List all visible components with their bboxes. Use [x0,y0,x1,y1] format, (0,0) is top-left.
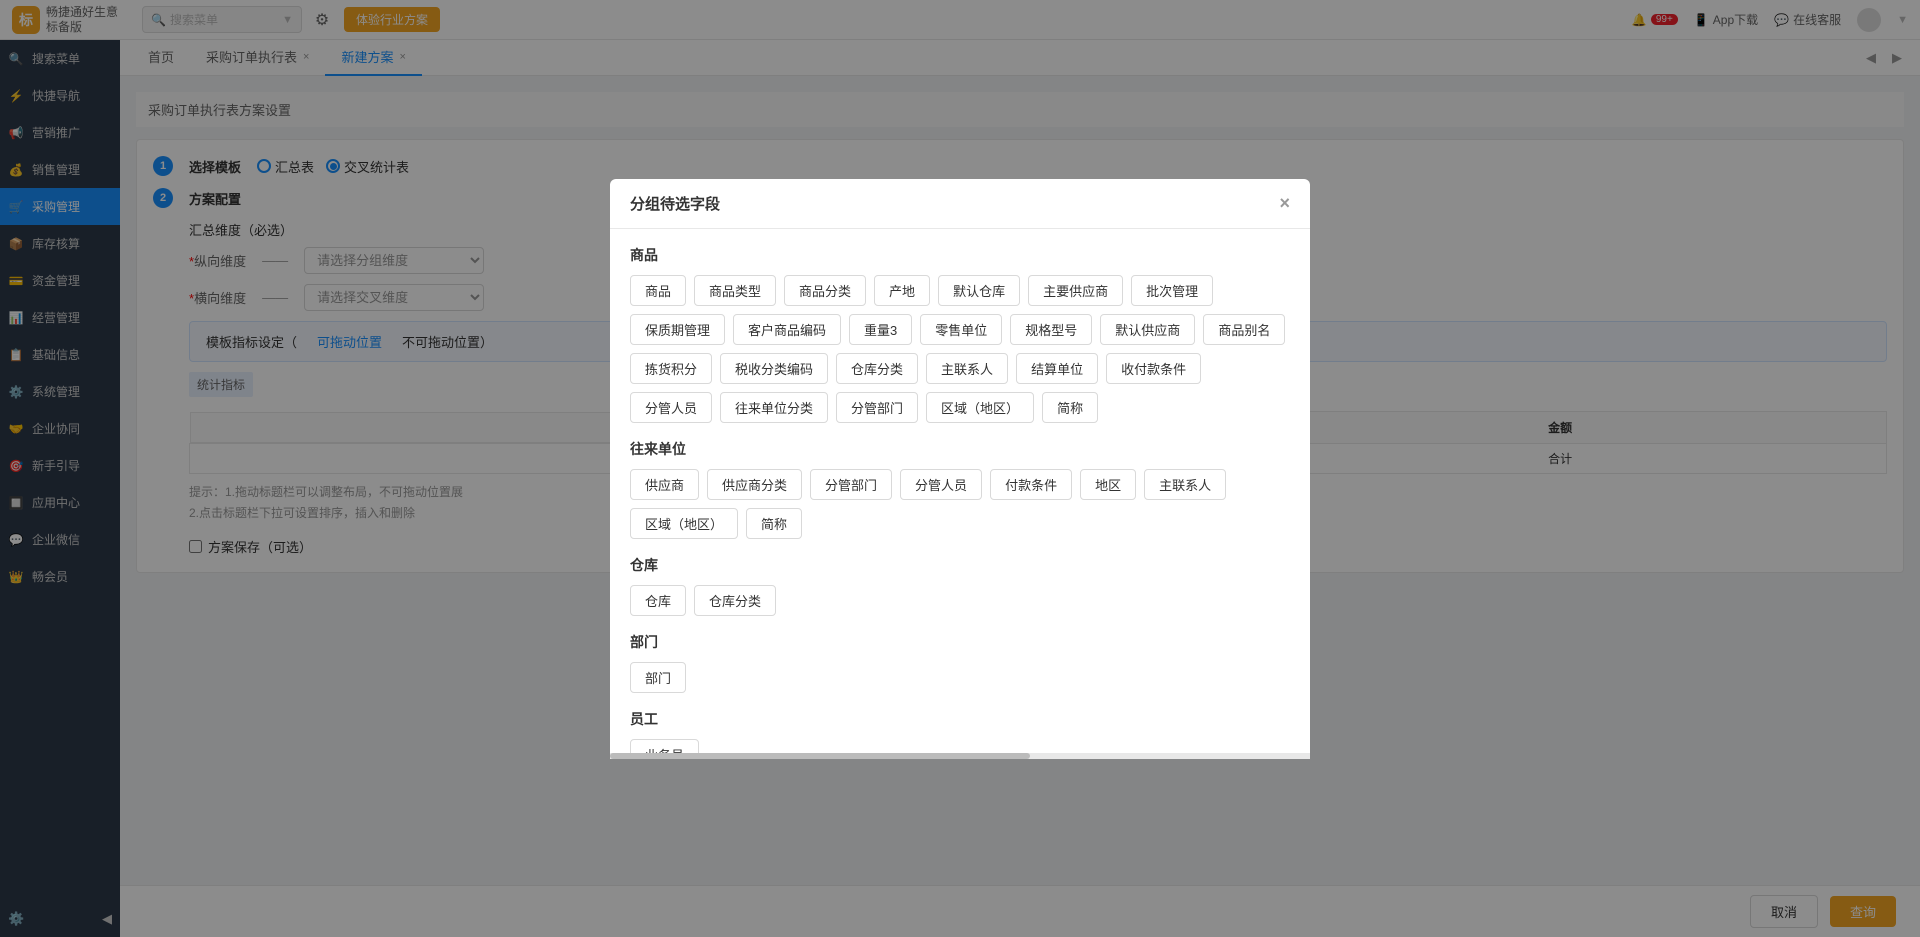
field-tag[interactable]: 仓库 [630,585,686,616]
field-tag[interactable]: 保质期管理 [630,314,725,345]
field-tag[interactable]: 税收分类编码 [720,353,828,384]
dept-tags: 部门 [630,662,1290,693]
field-tag[interactable]: 区域（地区） [630,508,738,539]
section-product: 商品 商品 商品类型 商品分类 产地 默认仓库 主要供应商 批次管理 保质期管理… [630,245,1290,423]
field-tag[interactable]: 地区 [1080,469,1136,500]
field-tag[interactable]: 默认供应商 [1100,314,1195,345]
field-tag[interactable]: 商品类型 [694,275,776,306]
field-tag[interactable]: 主联系人 [1144,469,1226,500]
field-tag[interactable]: 结算单位 [1016,353,1098,384]
field-tag[interactable]: 简称 [746,508,802,539]
field-tag[interactable]: 仓库分类 [694,585,776,616]
product-tags: 商品 商品类型 商品分类 产地 默认仓库 主要供应商 批次管理 保质期管理 客户… [630,275,1290,423]
field-tag[interactable]: 收付款条件 [1106,353,1201,384]
field-tag[interactable]: 往来单位分类 [720,392,828,423]
field-tag[interactable]: 简称 [1042,392,1098,423]
field-tag[interactable]: 批次管理 [1131,275,1213,306]
field-tag[interactable]: 仓库分类 [836,353,918,384]
section-dept-title: 部门 [630,632,1290,652]
modal: 分组待选字段 × 商品 商品 商品类型 商品分类 产地 默认仓库 主要供应商 批… [610,179,1310,759]
field-tag[interactable]: 拣货积分 [630,353,712,384]
field-tag[interactable]: 分管部门 [810,469,892,500]
field-tag[interactable]: 供应商分类 [707,469,802,500]
modal-overlay: 分组待选字段 × 商品 商品 商品类型 商品分类 产地 默认仓库 主要供应商 批… [0,0,1920,937]
section-product-title: 商品 [630,245,1290,265]
modal-header: 分组待选字段 × [610,179,1310,229]
employee-tags: 业务员 [630,739,1290,753]
field-tag[interactable]: 商品 [630,275,686,306]
field-tag[interactable]: 产地 [874,275,930,306]
field-tag[interactable]: 主联系人 [926,353,1008,384]
field-tag[interactable]: 客户商品编码 [733,314,841,345]
field-tag[interactable]: 分管人员 [900,469,982,500]
partner-tags: 供应商 供应商分类 分管部门 分管人员 付款条件 地区 主联系人 区域（地区） … [630,469,1290,539]
field-tag[interactable]: 供应商 [630,469,699,500]
field-tag[interactable]: 分管人员 [630,392,712,423]
field-tag[interactable]: 零售单位 [920,314,1002,345]
horizontal-scrollbar-thumb [610,753,1030,759]
horizontal-scrollbar[interactable] [610,753,1310,759]
section-warehouse: 仓库 仓库 仓库分类 [630,555,1290,616]
field-tag[interactable]: 规格型号 [1010,314,1092,345]
field-tag[interactable]: 区域（地区） [926,392,1034,423]
field-tag[interactable]: 主要供应商 [1028,275,1123,306]
section-partner: 往来单位 供应商 供应商分类 分管部门 分管人员 付款条件 地区 主联系人 区域… [630,439,1290,539]
section-employee-title: 员工 [630,709,1290,729]
warehouse-tags: 仓库 仓库分类 [630,585,1290,616]
field-tag[interactable]: 默认仓库 [938,275,1020,306]
field-tag[interactable]: 付款条件 [990,469,1072,500]
field-tag[interactable]: 业务员 [630,739,699,753]
field-tag[interactable]: 分管部门 [836,392,918,423]
section-partner-title: 往来单位 [630,439,1290,459]
modal-title: 分组待选字段 [630,193,720,214]
field-tag[interactable]: 商品别名 [1203,314,1285,345]
field-tag[interactable]: 重量3 [849,314,912,345]
section-dept: 部门 部门 [630,632,1290,693]
section-warehouse-title: 仓库 [630,555,1290,575]
field-tag[interactable]: 部门 [630,662,686,693]
modal-body: 商品 商品 商品类型 商品分类 产地 默认仓库 主要供应商 批次管理 保质期管理… [610,229,1310,753]
modal-close-button[interactable]: × [1279,194,1290,212]
section-employee: 员工 业务员 [630,709,1290,753]
field-tag[interactable]: 商品分类 [784,275,866,306]
